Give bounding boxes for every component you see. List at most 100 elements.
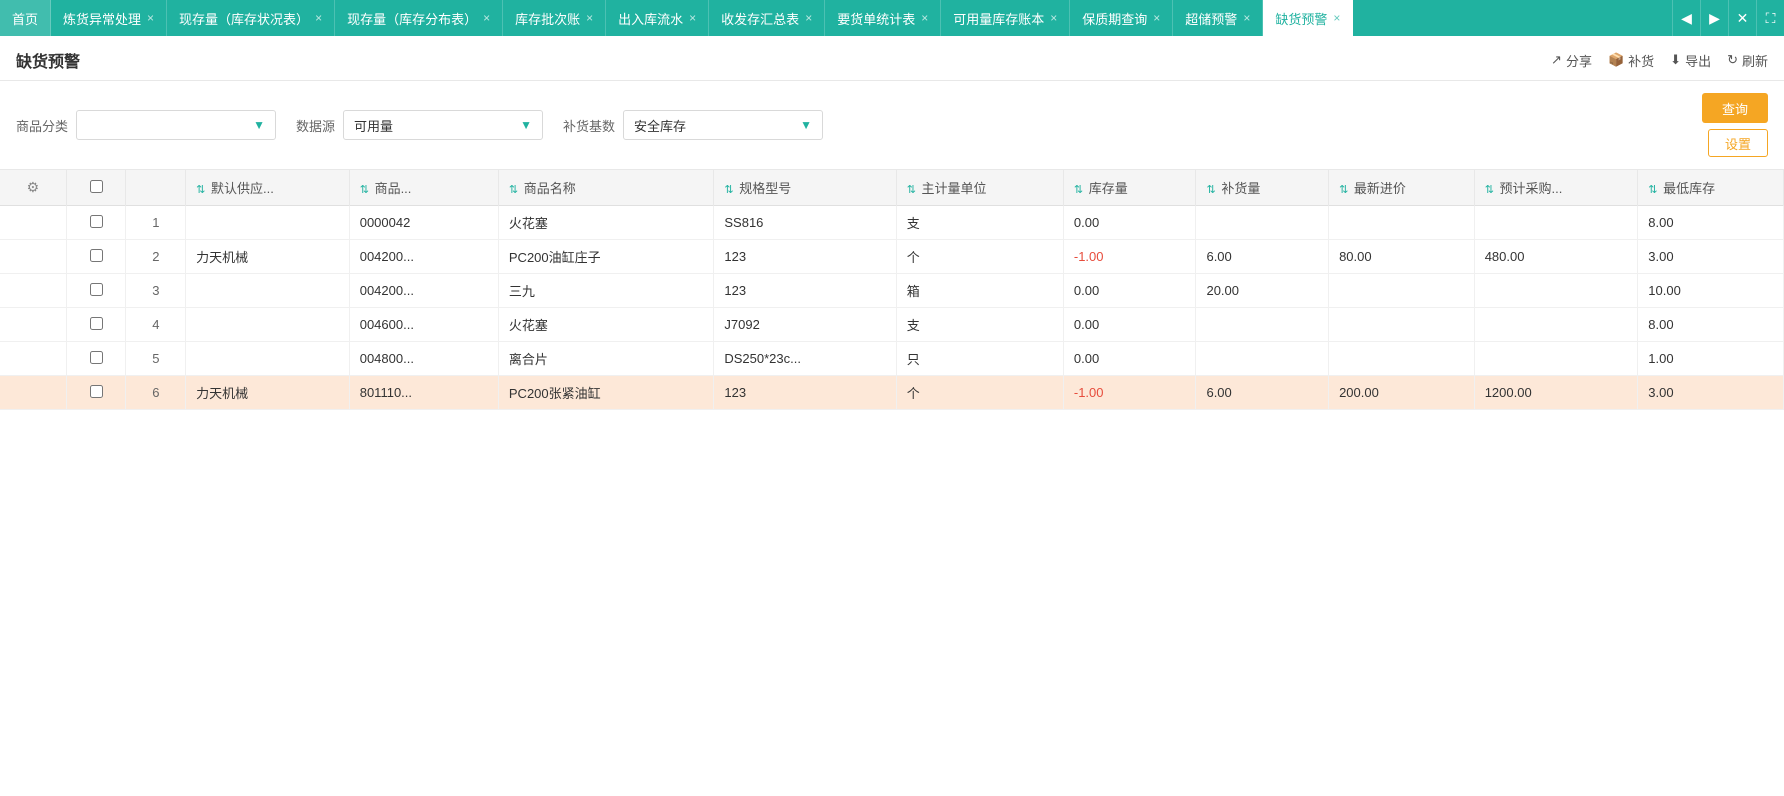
table-settings-icon[interactable]: ⚙ bbox=[27, 179, 40, 195]
row-checkbox-5[interactable] bbox=[90, 385, 103, 398]
default-supplier-sort-icon: ⇅ bbox=[196, 184, 205, 196]
tab-stock-status-close[interactable]: × bbox=[315, 11, 322, 25]
tab-home[interactable]: 首页 bbox=[0, 0, 51, 36]
tab-receipt-total-close[interactable]: × bbox=[805, 11, 812, 25]
cell-replenish bbox=[1196, 342, 1329, 376]
tab-stock-dist-close[interactable]: × bbox=[483, 11, 490, 25]
latest-price-sort-icon: ⇅ bbox=[1339, 184, 1348, 196]
tab-shortage-label: 缺货预警 bbox=[1275, 9, 1327, 28]
tab-fullscreen-button[interactable]: ⛶ bbox=[1756, 0, 1784, 36]
cell-checkbox bbox=[66, 274, 126, 308]
export-button[interactable]: ⬇ 导出 bbox=[1670, 51, 1711, 70]
tab-stock-dist-label: 现存量（库存分布表） bbox=[347, 9, 477, 28]
col-product-name[interactable]: ⇅ 商品名称 bbox=[498, 170, 713, 206]
tab-stock-dist[interactable]: 现存量（库存分布表） × bbox=[335, 0, 503, 36]
tab-order-stats-close[interactable]: × bbox=[921, 11, 928, 25]
cell-default-supplier: 力天机械 bbox=[186, 240, 350, 274]
tab-stock-status-label: 现存量（库存状况表） bbox=[179, 9, 309, 28]
cell-product-code: 004200... bbox=[349, 240, 498, 274]
tab-receipt-total[interactable]: 收发存汇总表 × bbox=[709, 0, 825, 36]
filter-right-actions: 查询 设置 bbox=[1702, 93, 1768, 157]
product-code-sort-icon: ⇅ bbox=[360, 184, 369, 196]
tab-batch-account[interactable]: 库存批次账 × bbox=[503, 0, 606, 36]
cell-checkbox bbox=[66, 342, 126, 376]
col-spec[interactable]: ⇅ 规格型号 bbox=[714, 170, 896, 206]
query-button[interactable]: 查询 bbox=[1702, 93, 1768, 123]
tab-available-ledger-close[interactable]: × bbox=[1050, 11, 1057, 25]
cell-rownum: 4 bbox=[126, 308, 186, 342]
cell-default-supplier bbox=[186, 308, 350, 342]
data-table: ⚙ ⇅ 默认供应... ⇅ 商品... ⇅ bbox=[0, 170, 1784, 410]
tab-shortage-close[interactable]: × bbox=[1333, 11, 1340, 25]
cell-gear: ⚙ bbox=[0, 240, 66, 274]
tab-expiry-close[interactable]: × bbox=[1153, 11, 1160, 25]
cell-est-purchase: 480.00 bbox=[1474, 240, 1638, 274]
cell-latest-price: 200.00 bbox=[1329, 376, 1475, 410]
tab-available-ledger[interactable]: 可用量库存账本 × bbox=[941, 0, 1070, 36]
table-row: ⚙ 2 力天机械 004200... PC200油缸庄子 123 个 -1.00… bbox=[0, 240, 1784, 274]
min-stock-sort-icon: ⇅ bbox=[1648, 184, 1657, 196]
cell-spec: J7092 bbox=[714, 308, 896, 342]
cell-replenish: 6.00 bbox=[1196, 376, 1329, 410]
row-checkbox-2[interactable] bbox=[90, 283, 103, 296]
cell-min-stock: 8.00 bbox=[1638, 308, 1784, 342]
tab-in-out-label: 出入库流水 bbox=[618, 9, 683, 28]
datasource-select[interactable]: 可用量 ▼ bbox=[343, 110, 543, 140]
cell-default-supplier bbox=[186, 206, 350, 240]
settings-button[interactable]: 设置 bbox=[1708, 129, 1768, 157]
tab-order-stats[interactable]: 要货单统计表 × bbox=[825, 0, 941, 36]
col-stock[interactable]: ⇅ 库存量 bbox=[1063, 170, 1196, 206]
select-all-checkbox[interactable] bbox=[90, 180, 103, 193]
cell-gear: ⚙ bbox=[0, 308, 66, 342]
tab-overstock-close[interactable]: × bbox=[1243, 11, 1250, 25]
tab-expiry[interactable]: 保质期查询 × bbox=[1070, 0, 1173, 36]
col-unit[interactable]: ⇅ 主计量单位 bbox=[896, 170, 1063, 206]
tab-abnormal-close[interactable]: × bbox=[147, 11, 154, 25]
tab-batch-account-label: 库存批次账 bbox=[515, 9, 580, 28]
col-est-purchase[interactable]: ⇅ 预计采购... bbox=[1474, 170, 1638, 206]
cell-spec: SS816 bbox=[714, 206, 896, 240]
tab-batch-account-close[interactable]: × bbox=[586, 11, 593, 25]
cell-est-purchase bbox=[1474, 274, 1638, 308]
col-product-code[interactable]: ⇅ 商品... bbox=[349, 170, 498, 206]
tab-prev-button[interactable]: ◀ bbox=[1672, 0, 1700, 36]
replenish-button[interactable]: 📦 补货 bbox=[1608, 51, 1654, 70]
tab-stock-status[interactable]: 现存量（库存状况表） × bbox=[167, 0, 335, 36]
cell-est-purchase bbox=[1474, 342, 1638, 376]
share-button[interactable]: ↗ 分享 bbox=[1551, 51, 1592, 70]
cell-product-name: 三九 bbox=[498, 274, 713, 308]
tab-overstock-label: 超储预警 bbox=[1185, 9, 1237, 28]
refresh-button[interactable]: ↻ 刷新 bbox=[1727, 51, 1768, 70]
row-checkbox-0[interactable] bbox=[90, 215, 103, 228]
tab-next-button[interactable]: ▶ bbox=[1700, 0, 1728, 36]
tab-in-out[interactable]: 出入库流水 × bbox=[606, 0, 709, 36]
row-checkbox-1[interactable] bbox=[90, 249, 103, 262]
table-row: ⚙ 3 004200... 三九 123 箱 0.00 20.00 10.00 bbox=[0, 274, 1784, 308]
category-select[interactable]: ▼ bbox=[76, 110, 276, 140]
tab-overstock[interactable]: 超储预警 × bbox=[1173, 0, 1263, 36]
tab-abnormal[interactable]: 炼货异常处理 × bbox=[51, 0, 167, 36]
cell-unit: 支 bbox=[896, 308, 1063, 342]
cell-product-code: 004600... bbox=[349, 308, 498, 342]
tab-nav-buttons: ◀ ▶ ✕ ⛶ bbox=[1672, 0, 1784, 36]
est-purchase-sort-icon: ⇅ bbox=[1485, 184, 1494, 196]
col-latest-price[interactable]: ⇅ 最新进价 bbox=[1329, 170, 1475, 206]
col-min-stock[interactable]: ⇅ 最低库存 bbox=[1638, 170, 1784, 206]
col-default-supplier[interactable]: ⇅ 默认供应... bbox=[186, 170, 350, 206]
cell-rownum: 1 bbox=[126, 206, 186, 240]
row-checkbox-3[interactable] bbox=[90, 317, 103, 330]
cell-stock: 0.00 bbox=[1063, 206, 1196, 240]
replenish-basis-select[interactable]: 安全库存 ▼ bbox=[623, 110, 823, 140]
tab-bar: 首页 炼货异常处理 × 现存量（库存状况表） × 现存量（库存分布表） × 库存… bbox=[0, 0, 1784, 36]
cell-latest-price bbox=[1329, 308, 1475, 342]
page-content: 缺货预警 ↗ 分享 📦 补货 ⬇ 导出 ↻ 刷新 商品分类 bbox=[0, 36, 1784, 796]
category-select-arrow: ▼ bbox=[253, 118, 265, 132]
cell-rownum: 3 bbox=[126, 274, 186, 308]
col-replenish[interactable]: ⇅ 补货量 bbox=[1196, 170, 1329, 206]
tab-shortage[interactable]: 缺货预警 × bbox=[1263, 0, 1353, 36]
cell-unit: 箱 bbox=[896, 274, 1063, 308]
tab-close-all-button[interactable]: ✕ bbox=[1728, 0, 1756, 36]
tab-in-out-close[interactable]: × bbox=[689, 11, 696, 25]
row-checkbox-4[interactable] bbox=[90, 351, 103, 364]
col-rownum bbox=[126, 170, 186, 206]
